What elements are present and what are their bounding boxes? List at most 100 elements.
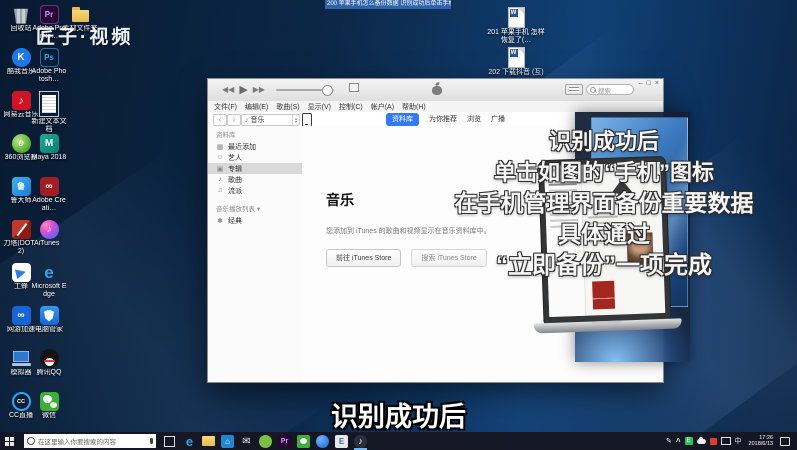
forward-button[interactable]: › bbox=[227, 114, 241, 126]
album-cover-red bbox=[592, 280, 616, 310]
edge-icon: e bbox=[44, 262, 54, 282]
desktop-icon-photoshop[interactable]: Ps Adobe Photosh… bbox=[31, 48, 67, 84]
sidebar-playlists-header[interactable]: 音乐播放列表 ▾ bbox=[208, 200, 302, 215]
desktop-icon-qq[interactable]: 腾讯QQ bbox=[31, 349, 67, 377]
chevron-down-icon: ▾ bbox=[256, 206, 261, 213]
taskbar-green-app-icon[interactable] bbox=[259, 434, 272, 448]
sidebar-item-recently-added[interactable]: ▦ 最近添加 bbox=[208, 141, 302, 152]
tab-library[interactable]: 资料库 bbox=[386, 112, 419, 126]
taskbar-search-input[interactable]: 在这里输入你要搜索的内容 bbox=[24, 434, 156, 448]
desktop-icon-pc-manager[interactable]: 电脑管家 bbox=[31, 306, 67, 334]
menu-edit[interactable]: 编辑(E) bbox=[245, 102, 268, 112]
device-phone-icon[interactable] bbox=[302, 113, 312, 127]
itunes-titlebar[interactable]: ◀◀ ▶ ▶▶ 搜索 – □ × bbox=[208, 79, 663, 102]
close-button[interactable]: × bbox=[655, 80, 659, 88]
word-doc-icon bbox=[507, 7, 525, 28]
desktop-icon-creative-cloud[interactable]: ∞ Adobe Creati… bbox=[31, 177, 67, 213]
tab-browse[interactable]: 浏览 bbox=[467, 114, 481, 124]
caption-line: 识别成功后 bbox=[548, 129, 659, 154]
menu-account[interactable]: 帐户(A) bbox=[371, 102, 394, 112]
itunes-tabs: 资料库 为你推荐 浏览 广播 bbox=[386, 112, 505, 126]
tray-green-app-icon[interactable]: E bbox=[684, 437, 693, 445]
taskbar-apps: e ⌂ ✉ Pr E ♪ bbox=[183, 432, 367, 450]
channel-watermark: 匠子·视频 bbox=[36, 27, 134, 48]
sidebar-item-artists[interactable]: ☺ 艺人 bbox=[208, 152, 302, 163]
taskbar-itunes-icon[interactable]: ♪ bbox=[354, 434, 367, 450]
bird-app-icon bbox=[11, 263, 31, 282]
next-icon[interactable]: ▶▶ bbox=[253, 85, 265, 94]
minimize-button[interactable]: – bbox=[639, 80, 643, 88]
creative-cloud-icon: ∞ bbox=[39, 177, 59, 196]
selected-filename[interactable]: 200 苹果手机怎么备份数据 识别成功后单击手机图标备份(互) bbox=[325, 0, 451, 9]
system-tray: ✎ ^ E 中 17:26 2018/6/13 bbox=[666, 435, 792, 448]
smart-playlist-icon: ✱ bbox=[217, 217, 223, 225]
miniplayer-icon[interactable] bbox=[349, 83, 359, 92]
menu-view[interactable]: 显示(V) bbox=[308, 102, 331, 112]
taskbar-explorer-icon[interactable] bbox=[202, 436, 215, 446]
media-kind-dropdown[interactable]: ♪ 音乐 ▴ ▾ bbox=[241, 114, 300, 126]
ludashi-icon: 鲁 bbox=[11, 177, 31, 196]
desktop-icon-edge[interactable]: e Microsoft Edge bbox=[31, 263, 67, 299]
dota2-icon bbox=[11, 220, 31, 239]
sidebar-item-playlist[interactable]: ✱ 经典 bbox=[208, 215, 302, 226]
sidebar-library-header: 资料库 bbox=[216, 132, 236, 139]
itunes-icon: ♪ bbox=[39, 220, 59, 239]
play-icon[interactable]: ▶ bbox=[239, 83, 247, 96]
go-to-itunes-store-button[interactable]: 前往 iTunes Store bbox=[326, 249, 402, 267]
taskbar-edge-icon[interactable]: e bbox=[183, 434, 196, 449]
desktop-icon-maya[interactable]: M Maya 2018 bbox=[31, 134, 67, 162]
sidebar-item-genres[interactable]: ♫ 流派 bbox=[208, 185, 302, 196]
taskbar-store-icon[interactable]: ⌂ bbox=[221, 434, 234, 448]
desktop-icon-itunes[interactable]: ♪ iTunes bbox=[31, 220, 67, 248]
sidebar-item-albums[interactable]: ▣ 专辑 bbox=[208, 163, 302, 174]
up-next-list-icon[interactable] bbox=[565, 84, 583, 95]
itunes-search-input[interactable]: 搜索 bbox=[586, 84, 634, 95]
game-booster-icon: ∞ bbox=[11, 306, 31, 325]
album-icon: ▣ bbox=[216, 165, 224, 173]
menu-controls[interactable]: 控制(C) bbox=[339, 102, 363, 112]
pc-manager-shield-icon bbox=[39, 306, 59, 325]
taskbar-clock[interactable]: 17:26 2018/6/13 bbox=[749, 435, 773, 448]
ime-indicator[interactable]: 中 bbox=[735, 436, 742, 446]
search-placeholder: 搜索 bbox=[598, 87, 611, 95]
previous-icon[interactable]: ◀◀ bbox=[222, 85, 234, 94]
recycle-bin-icon bbox=[14, 8, 28, 24]
back-button[interactable]: ‹ bbox=[213, 114, 227, 126]
taskbar-mail-icon[interactable]: ✉ bbox=[240, 435, 253, 448]
menu-help[interactable]: 帮助(H) bbox=[402, 102, 426, 112]
caption-line: “立即备份”一项完成 bbox=[496, 252, 712, 279]
menu-file[interactable]: 文件(F) bbox=[214, 102, 237, 112]
taskbar-premiere-icon[interactable]: Pr bbox=[278, 434, 291, 448]
tab-radio[interactable]: 广播 bbox=[491, 114, 505, 124]
start-button[interactable] bbox=[0, 432, 24, 450]
playback-controls[interactable]: ◀◀ ▶ ▶▶ bbox=[222, 83, 265, 96]
screen: 匠子·视频 200 苹果手机怎么备份数据 识别成功后单击手机图标备份(互) 回收… bbox=[0, 0, 797, 450]
windows-ink-icon[interactable]: ✎ bbox=[666, 437, 672, 445]
artist-icon: ☺ bbox=[216, 154, 224, 161]
tray-red-app-icon[interactable] bbox=[709, 437, 717, 445]
taskbar-doc-app-icon[interactable]: E bbox=[335, 434, 348, 448]
maximize-button[interactable]: □ bbox=[647, 80, 651, 88]
task-view-button[interactable] bbox=[164, 435, 175, 447]
tray-cloud-icon[interactable] bbox=[696, 436, 706, 444]
caption-line: 具体通过 bbox=[558, 221, 650, 247]
tray-expand-icon[interactable]: ^ bbox=[676, 437, 681, 446]
laptop-app-icon bbox=[12, 349, 31, 368]
desktop-icon-text-doc[interactable]: 新建文本文档 bbox=[31, 91, 67, 134]
caption-line: 在手机管理界面备份重要数据 bbox=[454, 190, 754, 216]
maya-icon: M bbox=[39, 134, 59, 153]
volume-knob[interactable] bbox=[322, 85, 333, 96]
menu-song[interactable]: 歌曲(S) bbox=[276, 102, 299, 112]
desktop-doc-202[interactable]: 202 下载抖音 (互) bbox=[487, 47, 545, 77]
caption-line: 单击如图的“手机”图标 bbox=[493, 160, 714, 185]
network-icon[interactable] bbox=[720, 437, 731, 445]
taskbar-wechat-icon[interactable] bbox=[297, 434, 310, 448]
window-controls: – □ × bbox=[639, 80, 659, 88]
browser-icon: e bbox=[11, 134, 31, 153]
word-doc-icon bbox=[507, 47, 525, 68]
notification-center-icon[interactable] bbox=[780, 436, 790, 446]
desktop-doc-201[interactable]: 201 苹果手机 怎样恢复了(… bbox=[487, 7, 545, 45]
taskbar-blue-app-icon[interactable] bbox=[316, 434, 329, 448]
sidebar-item-songs[interactable]: ♪ 歌曲 bbox=[208, 174, 302, 185]
tab-for-you[interactable]: 为你推荐 bbox=[429, 114, 457, 124]
